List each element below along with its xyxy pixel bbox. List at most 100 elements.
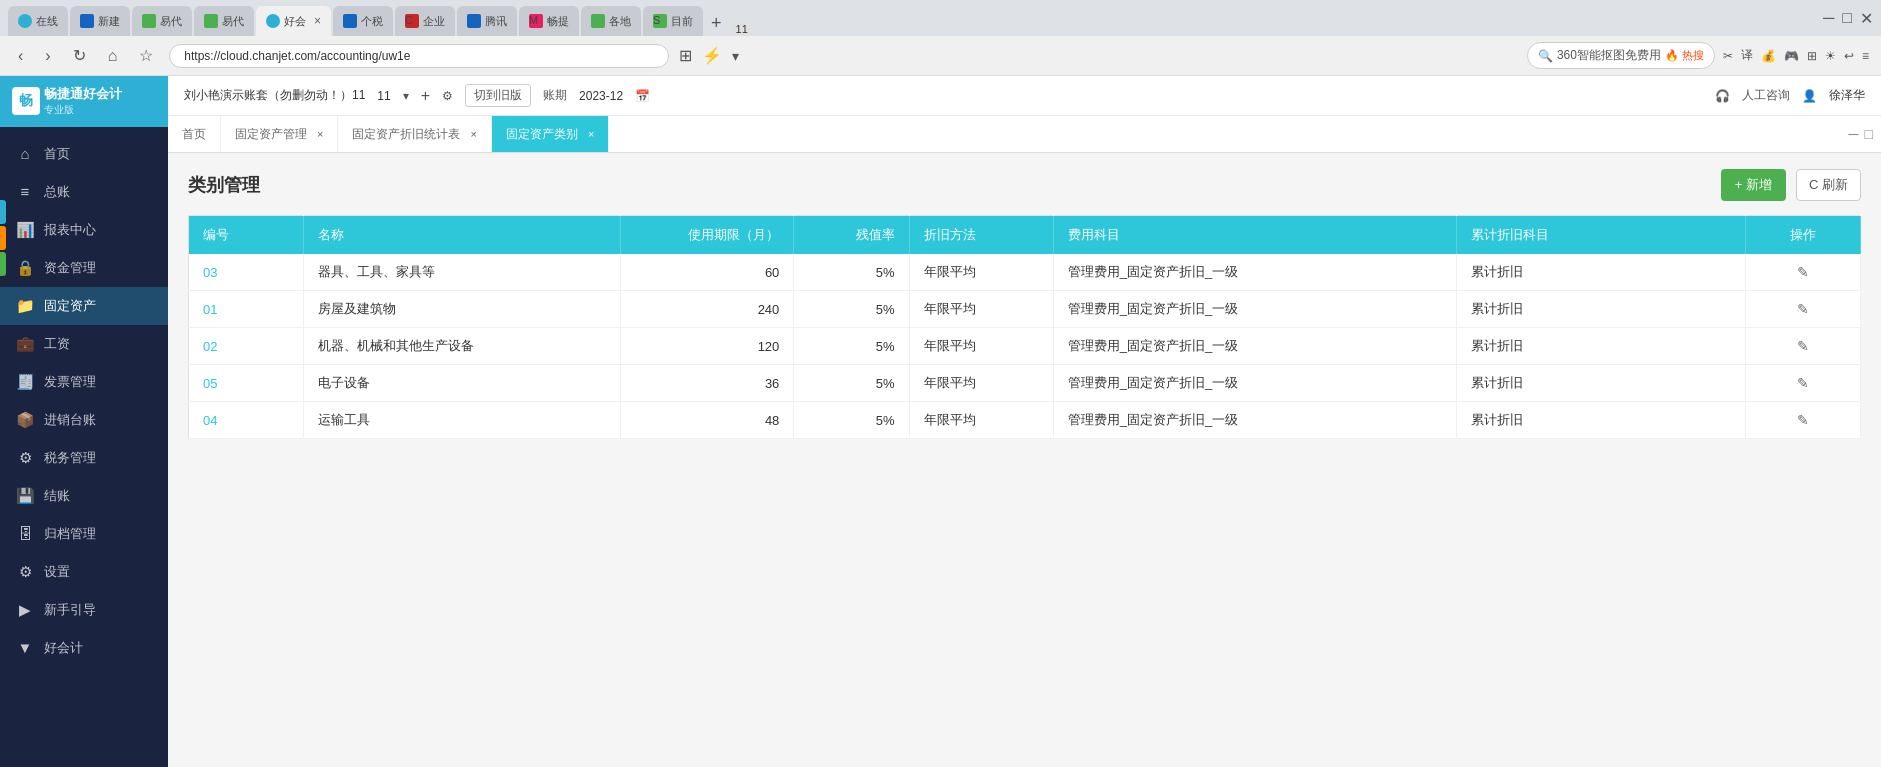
cut-icon[interactable]: ✂ bbox=[1723, 49, 1733, 63]
code-link-1[interactable]: 01 bbox=[203, 302, 217, 317]
edit-btn-0[interactable]: ✎ bbox=[1797, 264, 1809, 280]
reload-btn[interactable]: ↻ bbox=[67, 44, 92, 67]
bookmark-btn[interactable]: ☆ bbox=[133, 44, 159, 67]
col-header-action: 操作 bbox=[1745, 216, 1860, 255]
app-tab-fixed-mgmt-close[interactable]: × bbox=[317, 128, 323, 140]
cell-period-0: 60 bbox=[621, 254, 794, 291]
browser-tab-yidai1[interactable]: 易代 bbox=[132, 6, 192, 36]
browser-tab-close-haohui[interactable]: × bbox=[314, 14, 321, 28]
switch-version-btn[interactable]: 切到旧版 bbox=[465, 84, 531, 107]
browser-tab-changtui[interactable]: M 畅提 bbox=[519, 6, 579, 36]
edit-btn-1[interactable]: ✎ bbox=[1797, 301, 1809, 317]
cell-method-3: 年限平均 bbox=[909, 365, 1053, 402]
browser-tab-gedi[interactable]: 各地 bbox=[581, 6, 641, 36]
col-header-period: 使用期限（月） bbox=[621, 216, 794, 255]
refresh-btn[interactable]: C 刷新 bbox=[1796, 169, 1861, 201]
menu-icon[interactable]: ≡ bbox=[1862, 49, 1869, 63]
cell-rate-0: 5% bbox=[794, 254, 909, 291]
app-tab-depreciation[interactable]: 固定资产折旧统计表 × bbox=[338, 116, 491, 152]
edit-btn-3[interactable]: ✎ bbox=[1797, 375, 1809, 391]
sidebar-item-home[interactable]: ⌂ 首页 bbox=[0, 135, 168, 173]
game-icon[interactable]: 🎮 bbox=[1784, 49, 1799, 63]
indicator-orange bbox=[0, 226, 6, 250]
table-header-row: 编号 名称 使用期限（月） 残值率 折旧方法 费用科目 累计折旧科目 操作 bbox=[189, 216, 1861, 255]
lightning-icon[interactable]: ⚡ bbox=[702, 46, 722, 65]
sidebar-item-guide[interactable]: ▶ 新手引导 bbox=[0, 591, 168, 629]
sidebar-item-archive-label: 归档管理 bbox=[44, 525, 96, 543]
app-tab-fixed-mgmt[interactable]: 固定资产管理 × bbox=[221, 116, 338, 152]
cell-name-0: 器具、工具、家具等 bbox=[304, 254, 621, 291]
back-btn[interactable]: ‹ bbox=[12, 45, 29, 67]
sidebar-logo-text: 畅捷通好会计 bbox=[44, 86, 122, 103]
new-tab-btn[interactable]: + bbox=[705, 11, 728, 36]
sidebar-item-settings[interactable]: ⚙ 设置 bbox=[0, 553, 168, 591]
edit-btn-2[interactable]: ✎ bbox=[1797, 338, 1809, 354]
code-link-3[interactable]: 05 bbox=[203, 376, 217, 391]
site-settings-icon[interactable]: ⊞ bbox=[679, 46, 692, 65]
sidebar-item-invoice[interactable]: 🧾 发票管理 bbox=[0, 363, 168, 401]
sidebar-item-ledger[interactable]: ≡ 总账 bbox=[0, 173, 168, 211]
wallet-icon[interactable]: 💰 bbox=[1761, 49, 1776, 63]
add-btn[interactable]: + 新增 bbox=[1721, 169, 1786, 201]
browser-tab-yidai2[interactable]: 易代 bbox=[194, 6, 254, 36]
translate-icon[interactable]: 译 bbox=[1741, 47, 1753, 64]
tab-window-maximize[interactable]: □ bbox=[1865, 126, 1873, 142]
username: 徐泽华 bbox=[1829, 87, 1865, 104]
sidebar-item-salary[interactable]: 💼 工资 bbox=[0, 325, 168, 363]
app-tab-category-close[interactable]: × bbox=[588, 128, 594, 140]
cell-rate-2: 5% bbox=[794, 328, 909, 365]
maximize-icon[interactable]: □ bbox=[1842, 9, 1852, 27]
app-tab-category[interactable]: 固定资产类别 × bbox=[492, 116, 609, 152]
forward-btn[interactable]: › bbox=[39, 45, 56, 67]
app-tab-depreciation-close[interactable]: × bbox=[470, 128, 476, 140]
address-bar: ‹ › ↻ ⌂ ☆ ⊞ ⚡ ▾ 🔍 360智能抠图免费用 🔥 热搜 ✂ 译 💰 … bbox=[0, 36, 1881, 76]
sidebar-item-purchase-label: 进销台账 bbox=[44, 411, 96, 429]
sidebar-item-report[interactable]: 📊 报表中心 bbox=[0, 211, 168, 249]
cell-expense-1: 管理费用_固定资产折旧_一级 bbox=[1053, 291, 1457, 328]
sidebar-item-fund[interactable]: 🔒 资金管理 bbox=[0, 249, 168, 287]
browser-tab-enterprise[interactable]: C 企业 bbox=[395, 6, 455, 36]
sidebar-item-purchase[interactable]: 📦 进销台账 bbox=[0, 401, 168, 439]
cell-accu-3: 累计折旧 bbox=[1457, 365, 1745, 402]
calendar-icon[interactable]: 📅 bbox=[635, 89, 650, 103]
grid-icon[interactable]: ⊞ bbox=[1807, 49, 1817, 63]
sidebar-item-checkout[interactable]: 💾 结账 bbox=[0, 477, 168, 515]
dropdown-icon[interactable]: ▾ bbox=[732, 48, 739, 64]
cell-period-2: 120 bbox=[621, 328, 794, 365]
sidebar: 畅 畅捷通好会计 专业版 ⌂ 首页 ≡ 总账 📊 报表中心 bbox=[0, 76, 168, 767]
close-icon[interactable]: ✕ bbox=[1860, 9, 1873, 28]
browser-tab-haohui[interactable]: 好会 × bbox=[256, 6, 331, 36]
search-box[interactable]: 🔍 360智能抠图免费用 🔥 热搜 bbox=[1527, 42, 1715, 69]
brightness-icon[interactable]: ☀ bbox=[1825, 49, 1836, 63]
sidebar-item-archive[interactable]: 🗄 归档管理 bbox=[0, 515, 168, 553]
undo-icon[interactable]: ↩ bbox=[1844, 49, 1854, 63]
browser-tab-muqian[interactable]: S 目前 bbox=[643, 6, 703, 36]
topbar-dropdown-icon[interactable]: ▾ bbox=[403, 89, 409, 103]
browser-chrome: 在线 新建 易代 易代 好会 × 个税 C 企业 腾讯 bbox=[0, 0, 1881, 36]
code-link-2[interactable]: 02 bbox=[203, 339, 217, 354]
consultant-label[interactable]: 人工咨询 bbox=[1742, 87, 1790, 104]
app-tab-home[interactable]: 首页 bbox=[168, 116, 221, 152]
browser-tab-online[interactable]: 在线 bbox=[8, 6, 68, 36]
browser-tab-tencent[interactable]: 腾讯 bbox=[457, 6, 517, 36]
sidebar-item-app[interactable]: ▼ 好会计 bbox=[0, 629, 168, 667]
home-btn[interactable]: ⌂ bbox=[102, 45, 124, 67]
cell-code-0: 03 bbox=[189, 254, 304, 291]
tab-bar-controls: ─ □ bbox=[1849, 126, 1873, 142]
browser-tab-tax[interactable]: 个税 bbox=[333, 6, 393, 36]
tab-window-minimize[interactable]: ─ bbox=[1849, 126, 1859, 142]
topbar-add-icon[interactable]: + bbox=[421, 87, 430, 105]
cell-action-0: ✎ bbox=[1745, 254, 1860, 291]
indicator-teal bbox=[0, 200, 6, 224]
sidebar-item-salary-label: 工资 bbox=[44, 335, 70, 353]
code-link-4[interactable]: 04 bbox=[203, 413, 217, 428]
sidebar-item-tax[interactable]: ⚙ 税务管理 bbox=[0, 439, 168, 477]
sidebar-item-fixed[interactable]: 📁 固定资产 bbox=[0, 287, 168, 325]
edit-btn-4[interactable]: ✎ bbox=[1797, 412, 1809, 428]
browser-tab-new[interactable]: 新建 bbox=[70, 6, 130, 36]
minimize-icon[interactable]: ─ bbox=[1823, 9, 1834, 27]
code-link-0[interactable]: 03 bbox=[203, 265, 217, 280]
topbar-settings-icon[interactable]: ⚙ bbox=[442, 89, 453, 103]
address-input[interactable] bbox=[169, 44, 669, 68]
avatar-icon: 👤 bbox=[1802, 89, 1817, 103]
